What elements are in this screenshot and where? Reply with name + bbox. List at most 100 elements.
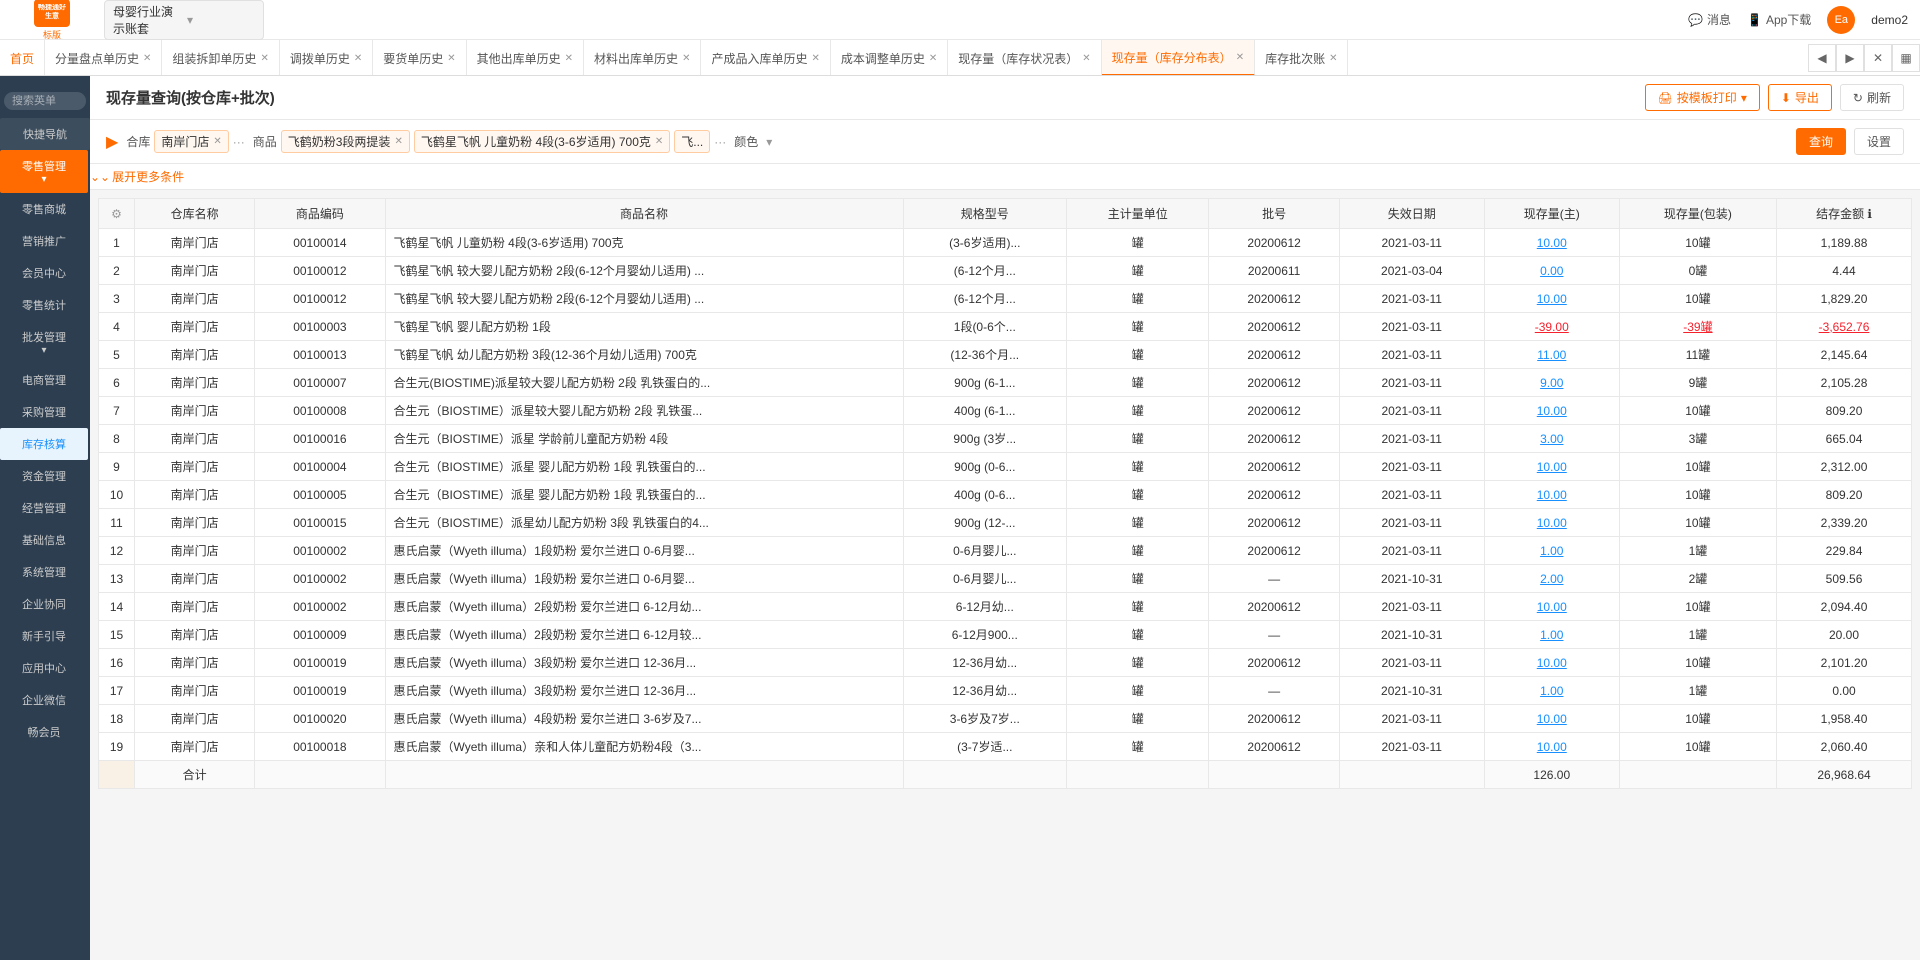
sidebar-item-电商管理[interactable]: 电商管理 (0, 364, 88, 396)
export-btn[interactable]: ⬇ 导出 (1768, 84, 1832, 111)
sidebar-item-应用中心[interactable]: 应用中心 (0, 652, 88, 684)
sidebar-item-营销推广[interactable]: 营销推广 (0, 225, 88, 257)
qty-main-cell[interactable]: 2.00 (1484, 565, 1619, 593)
nav-tab[interactable]: 库存批次账 ✕ (1255, 40, 1348, 75)
product-tag-1-close[interactable]: ✕ (394, 136, 402, 147)
app-download-btn[interactable]: 📱 App下载 (1747, 11, 1811, 28)
warehouse-tag-close[interactable]: ✕ (213, 136, 221, 147)
batch-cell: 20200612 (1209, 341, 1339, 369)
name-cell: 惠氏启蒙（Wyeth illuma）1段奶粉 爱尔兰进口 0-6月婴... (385, 565, 903, 593)
query-btn[interactable]: 查询 (1796, 128, 1846, 155)
tab-close-icon[interactable]: ✕ (447, 53, 455, 64)
nav-tab[interactable]: 成本调整单历史 ✕ (831, 40, 948, 75)
tab-scroll-left[interactable]: ◀ (1808, 44, 1836, 72)
tab-close-btn[interactable]: ✕ (1864, 44, 1892, 72)
code-cell: 00100015 (255, 509, 385, 537)
sidebar-item-零售商城[interactable]: 零售商城 (0, 193, 88, 225)
qty-main-cell[interactable]: 10.00 (1484, 509, 1619, 537)
qty-main-cell[interactable]: 10.00 (1484, 705, 1619, 733)
expand-btn[interactable]: ⌄⌄ 展开更多条件 (90, 168, 1920, 185)
sidebar-item-基础信息[interactable]: 基础信息 (0, 524, 88, 556)
tab-menu-btn[interactable]: ▦ (1892, 44, 1920, 72)
sidebar-item-新手引导[interactable]: 新手引导 (0, 620, 88, 652)
quick-nav-item[interactable]: 快捷导航 (0, 118, 90, 150)
qty-main-cell[interactable]: 3.00 (1484, 425, 1619, 453)
nav-tab[interactable]: 产成品入库单历史 ✕ (701, 40, 830, 75)
print-btn[interactable]: 🖨 按模板打印 ▾ (1645, 84, 1760, 111)
search-input[interactable] (12, 95, 78, 107)
name-cell: 合生元（BIOSTIME）派星 婴儿配方奶粉 1段 乳铁蛋白的... (385, 481, 903, 509)
qty-main-cell[interactable]: 1.00 (1484, 537, 1619, 565)
nav-tab[interactable]: 首页 (0, 40, 45, 75)
nav-tab[interactable]: 组装拆卸单历史 ✕ (162, 40, 279, 75)
qty-main-cell[interactable]: 10.00 (1484, 593, 1619, 621)
username: demo2 (1871, 13, 1908, 27)
tab-close-icon[interactable]: ✕ (1329, 53, 1337, 64)
nav-tab[interactable]: 材料出库单历史 ✕ (584, 40, 701, 75)
code-cell: 00100002 (255, 565, 385, 593)
qty-main-cell[interactable]: 10.00 (1484, 397, 1619, 425)
amount-cell: 1,958.40 (1777, 705, 1912, 733)
sidebar-item-系统管理[interactable]: 系统管理 (0, 556, 88, 588)
sidebar-item-批发管理[interactable]: 批发管理▾ (0, 321, 88, 364)
product-tag-more[interactable]: 飞... (674, 130, 710, 153)
org-selector[interactable]: 母婴行业演示账套 ▾ (104, 0, 264, 40)
product-tag-1[interactable]: 飞鹤奶粉3段两提装 ✕ (281, 130, 410, 153)
tab-close-icon[interactable]: ✕ (354, 53, 362, 64)
nav-tab[interactable]: 现存量（库存状况表） ✕ (948, 40, 1101, 75)
sidebar-item-经营管理[interactable]: 经营管理 (0, 492, 88, 524)
tab-close-icon[interactable]: ✕ (143, 53, 151, 64)
column-settings-icon[interactable]: ⚙ (111, 207, 122, 221)
sidebar-item-企业微信[interactable]: 企业微信 (0, 684, 88, 716)
sidebar-item-库存核算[interactable]: 库存核算 (0, 428, 88, 460)
qty-main-cell[interactable]: 10.00 (1484, 649, 1619, 677)
sidebar-item-零售管理[interactable]: 零售管理▾ (0, 150, 88, 193)
chevron-right-icon: ▾ (41, 345, 46, 356)
qty-main-cell[interactable]: 1.00 (1484, 621, 1619, 649)
nav-tab[interactable]: 要货单历史 ✕ (373, 40, 466, 75)
qty-main-cell[interactable]: 11.00 (1484, 341, 1619, 369)
tab-close-icon[interactable]: ✕ (565, 53, 573, 64)
nav-tab[interactable]: 分量盘点单历史 ✕ (45, 40, 162, 75)
qty-main-cell[interactable]: 10.00 (1484, 229, 1619, 257)
qty-main-cell[interactable]: 0.00 (1484, 257, 1619, 285)
qty-main-cell[interactable]: 10.00 (1484, 481, 1619, 509)
tab-close-icon[interactable]: ✕ (811, 53, 819, 64)
nav-tab[interactable]: 调拨单历史 ✕ (280, 40, 373, 75)
avatar[interactable]: Ea (1827, 6, 1855, 34)
product-tag-2-close[interactable]: ✕ (655, 136, 663, 147)
nav-tab[interactable]: 其他出库单历史 ✕ (467, 40, 584, 75)
tab-close-icon[interactable]: ✕ (1236, 52, 1244, 63)
sidebar-item-采购管理[interactable]: 采购管理 (0, 396, 88, 428)
sidebar-item-畅会员[interactable]: 畅会员 (0, 716, 88, 748)
sidebar-item-label: 应用中心 (22, 660, 66, 676)
tab-scroll-right[interactable]: ▶ (1836, 44, 1864, 72)
unit-cell: 罐 (1067, 509, 1209, 537)
sidebar-item-企业协同[interactable]: 企业协同 (0, 588, 88, 620)
page-header: 现存量查询(按仓库+批次) 🖨 按模板打印 ▾ ⬇ 导出 ↻ 刷新 (90, 76, 1920, 120)
product-tag-2[interactable]: 飞鹤星飞帆 儿童奶粉 4段(3-6岁适用) 700克 ✕ (414, 130, 670, 153)
qty-main-cell[interactable]: 9.00 (1484, 369, 1619, 397)
settings-btn[interactable]: 设置 (1854, 128, 1904, 155)
print-icon: 🖨 (1658, 91, 1673, 105)
tab-close-icon[interactable]: ✕ (682, 53, 690, 64)
refresh-btn[interactable]: ↻ 刷新 (1840, 84, 1904, 111)
warehouse-tag[interactable]: 南岸门店 ✕ (154, 130, 228, 153)
qty-main-cell[interactable]: 10.00 (1484, 285, 1619, 313)
sidebar-item-会员中心[interactable]: 会员中心 (0, 257, 88, 289)
tab-close-icon[interactable]: ✕ (260, 53, 268, 64)
tab-close-icon[interactable]: ✕ (929, 53, 937, 64)
qty-main-cell[interactable]: -39.00 (1484, 313, 1619, 341)
msg-btn[interactable]: 💬 消息 (1688, 11, 1731, 28)
product-more[interactable]: ··· (714, 135, 726, 149)
qty-main-cell[interactable]: 10.00 (1484, 453, 1619, 481)
nav-tab[interactable]: 现存量（库存分布表） ✕ (1102, 40, 1255, 75)
expand-arrow[interactable]: ▶ (106, 132, 118, 152)
sidebar-item-零售统计[interactable]: 零售统计 (0, 289, 88, 321)
color-dropdown[interactable]: ▾ (766, 135, 772, 149)
sidebar-item-资金管理[interactable]: 资金管理 (0, 460, 88, 492)
qty-main-cell[interactable]: 1.00 (1484, 677, 1619, 705)
qty-main-cell[interactable]: 10.00 (1484, 733, 1619, 761)
warehouse-more[interactable]: ··· (233, 135, 245, 149)
tab-close-icon[interactable]: ✕ (1082, 53, 1090, 64)
